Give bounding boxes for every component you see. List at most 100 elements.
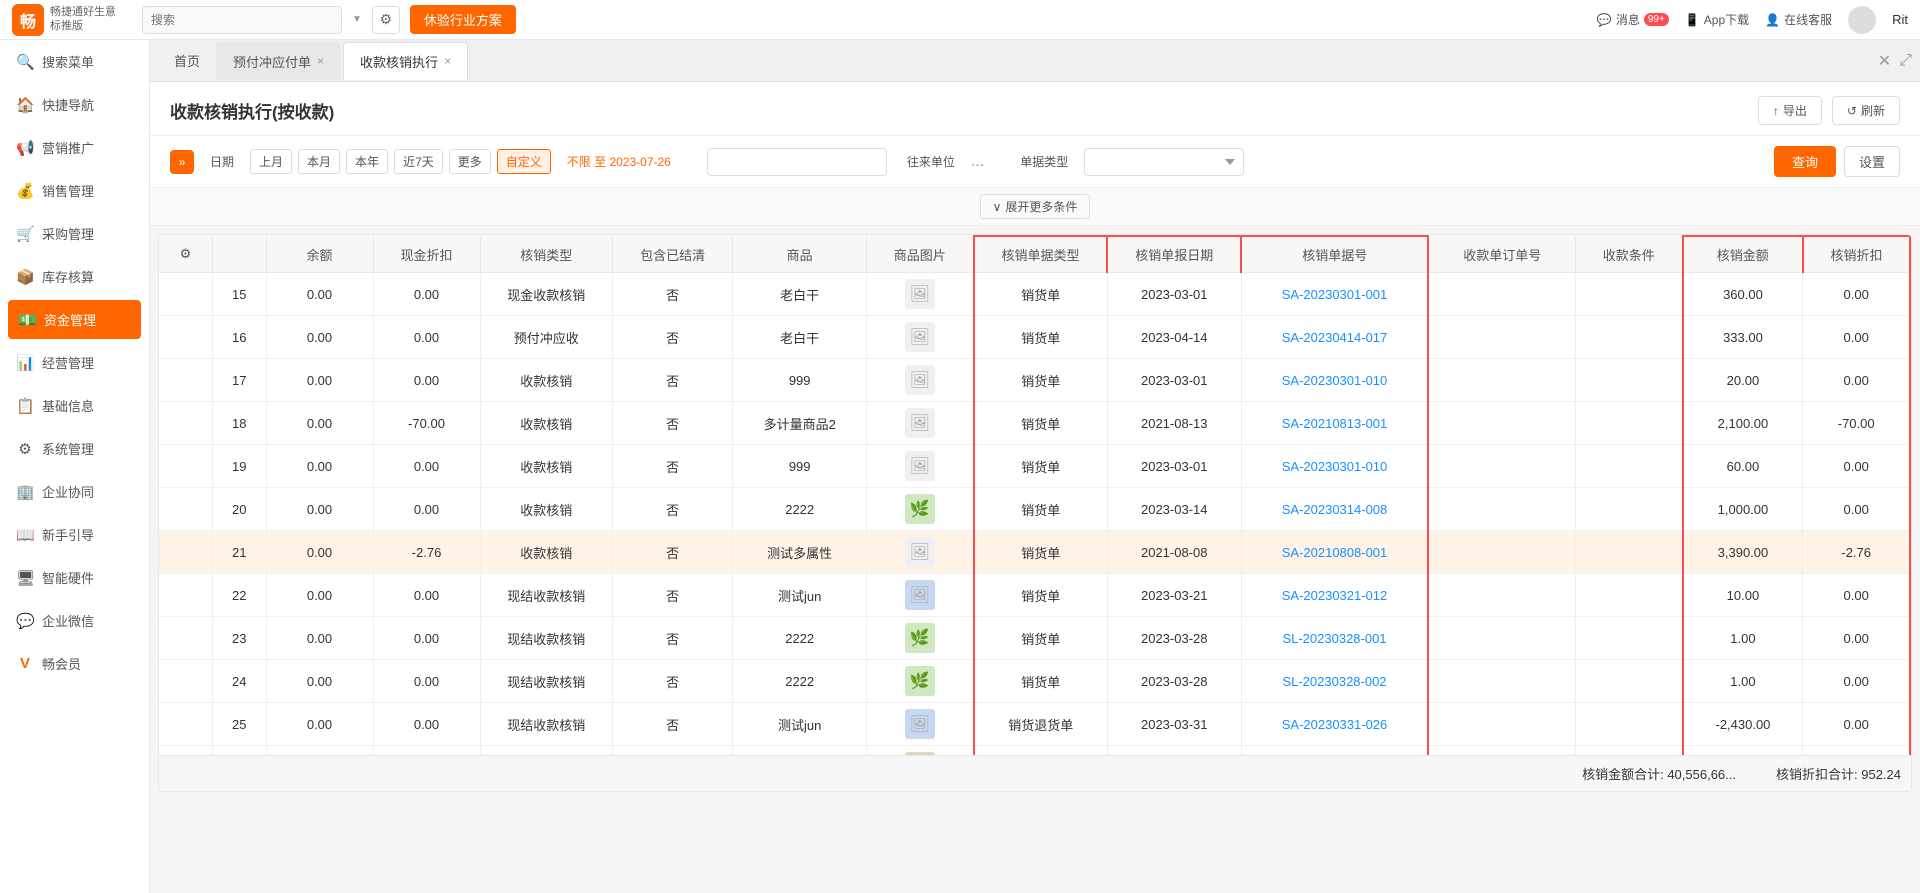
cell-receipt-condition bbox=[1576, 746, 1683, 756]
cell-receipt-condition bbox=[1576, 617, 1683, 660]
settings-icon-btn[interactable]: ⚙ bbox=[372, 6, 400, 34]
col-header-balance: 余额 bbox=[266, 236, 373, 273]
tab-receivable-close-icon[interactable]: × bbox=[444, 54, 451, 68]
voucher-type-select[interactable] bbox=[1084, 148, 1244, 176]
online-service-btn[interactable]: 👤 在线客服 bbox=[1765, 11, 1832, 28]
cell-gear bbox=[159, 617, 213, 660]
data-table: ⚙ 余额 现金折扣 核销类型 包含已结清 商品 商品图片 核销单据类型 核销单报… bbox=[159, 235, 1911, 755]
verify-bill-no-link[interactable]: SL-20230328-002 bbox=[1282, 674, 1386, 689]
tab-receivable[interactable]: 收款核销执行 × bbox=[343, 42, 468, 80]
sidebar-item-basic-info[interactable]: 📋 基础信息 bbox=[0, 384, 149, 427]
download-icon: 📱 bbox=[1685, 13, 1700, 27]
tab-close-all-icon[interactable]: ✕ bbox=[1878, 51, 1891, 71]
cell-include-settled: 否 bbox=[612, 746, 732, 756]
search-dropdown-icon[interactable]: ▼ bbox=[352, 14, 362, 25]
verify-bill-no-link[interactable]: SA-20210808-001 bbox=[1282, 545, 1388, 560]
sidebar-item-guide[interactable]: 📖 新手引导 bbox=[0, 513, 149, 556]
verify-bill-no-link[interactable]: SA-20230301-001 bbox=[1282, 287, 1388, 302]
settings-button[interactable]: 设置 bbox=[1844, 146, 1900, 177]
cell-receipt-order-no bbox=[1428, 660, 1575, 703]
table-row: 22 0.00 0.00 现结收款核销 否 测试jun 🖼 销货单 2023-0… bbox=[159, 574, 1910, 617]
partner-input[interactable] bbox=[707, 148, 887, 176]
verify-bill-no-link[interactable]: SA-20230414-017 bbox=[1282, 330, 1388, 345]
date-range-display: 不限 至 2023-07-26 bbox=[567, 153, 671, 170]
sidebar-item-system[interactable]: ⚙ 系统管理 bbox=[0, 427, 149, 470]
sidebar-item-inventory[interactable]: 📦 库存核算 bbox=[0, 255, 149, 298]
cell-goods-img: 🖼 bbox=[867, 445, 974, 488]
verify-bill-no-link[interactable]: SA-20230301-010 bbox=[1282, 373, 1388, 388]
expand-conditions-button[interactable]: ∨ 展开更多条件 bbox=[980, 194, 1091, 219]
cell-verify-discount: 0.00 bbox=[1803, 574, 1910, 617]
cell-verify-discount: -70.00 bbox=[1803, 402, 1910, 445]
export-button[interactable]: ↑ 导出 bbox=[1758, 96, 1822, 125]
table-row: 15 0.00 0.00 现金收款核销 否 老白干 🖼 销货单 2023-03-… bbox=[159, 273, 1910, 316]
sidebar-item-operations[interactable]: 📊 经营管理 bbox=[0, 341, 149, 384]
cell-verify-amount: 2,100.00 bbox=[1683, 402, 1803, 445]
verify-bill-no-link[interactable]: SL-20230328-001 bbox=[1282, 631, 1386, 646]
user-avatar[interactable] bbox=[1848, 6, 1876, 34]
sidebar-item-wechat[interactable]: 💬 企业微信 bbox=[0, 599, 149, 642]
sidebar-item-sales[interactable]: 💰 销售管理 bbox=[0, 169, 149, 212]
sidebar-item-search-menu[interactable]: 🔍 搜索菜单 bbox=[0, 40, 149, 83]
cell-verify-bill-date: 2023-03-31 bbox=[1107, 703, 1241, 746]
tab-home[interactable]: 首页 bbox=[158, 51, 216, 70]
sidebar-item-purchase[interactable]: 🛒 采购管理 bbox=[0, 212, 149, 255]
verify-bill-no-link[interactable]: SA-20230314-008 bbox=[1282, 502, 1388, 517]
cell-verify-discount: 0.00 bbox=[1803, 445, 1910, 488]
industry-solution-btn[interactable]: 休验行业方案 bbox=[410, 5, 516, 34]
cell-goods: 多计量商品2 bbox=[733, 402, 867, 445]
cell-goods-img: 🌿 bbox=[867, 617, 974, 660]
cell-gear bbox=[159, 316, 213, 359]
query-button[interactable]: 查询 bbox=[1774, 146, 1836, 177]
date-btn-7days[interactable]: 近7天 bbox=[394, 149, 443, 174]
cell-seq: 18 bbox=[213, 402, 267, 445]
verify-bill-no-link[interactable]: SA-20230321-012 bbox=[1282, 588, 1388, 603]
date-btn-this-year[interactable]: 本年 bbox=[346, 149, 388, 174]
expand-conditions-bar: ∨ 展开更多条件 bbox=[150, 188, 1920, 226]
inventory-icon: 📦 bbox=[16, 268, 34, 286]
app-download-btn[interactable]: 📱 App下载 bbox=[1685, 11, 1749, 28]
sidebar-item-enterprise[interactable]: 🏢 企业协同 bbox=[0, 470, 149, 513]
cell-receipt-condition bbox=[1576, 488, 1683, 531]
sidebar-item-marketing[interactable]: 📢 营销推广 bbox=[0, 126, 149, 169]
cell-gear bbox=[159, 445, 213, 488]
more-filters-dots[interactable]: ... bbox=[971, 153, 984, 171]
refresh-button[interactable]: ↺ 刷新 bbox=[1832, 96, 1900, 125]
cell-verify-type: 收款核销 bbox=[480, 359, 612, 402]
cell-verify-amount: 360.00 bbox=[1683, 273, 1803, 316]
cell-receipt-order-no bbox=[1428, 316, 1575, 359]
cell-balance: 0.00 bbox=[266, 402, 373, 445]
tab-prepay-close-icon[interactable]: × bbox=[317, 54, 324, 68]
verify-bill-no-link[interactable]: SA-20230331-026 bbox=[1282, 717, 1388, 732]
cell-verify-discount: 0.00 bbox=[1803, 660, 1910, 703]
filter-toggle-button[interactable]: » bbox=[170, 150, 194, 174]
cell-receipt-order-no bbox=[1428, 359, 1575, 402]
messages-btn[interactable]: 💬 消息 99+ bbox=[1597, 11, 1669, 28]
cell-goods-img: 🖼 bbox=[867, 703, 974, 746]
sidebar-item-member[interactable]: V 畅会员 bbox=[0, 642, 149, 685]
sidebar-label-sales: 销售管理 bbox=[42, 181, 94, 200]
date-btn-custom[interactable]: 自定义 bbox=[497, 149, 551, 174]
sidebar: 🔍 搜索菜单 🏠 快捷导航 📢 营销推广 💰 销售管理 🛒 采购管理 📦 库存核… bbox=[0, 40, 150, 893]
tab-prepay[interactable]: 预付冲应付单 × bbox=[216, 42, 341, 80]
cell-verify-bill-no: SA-20230301-010 bbox=[1241, 359, 1428, 402]
verify-bill-no-link[interactable]: SA-20230301-010 bbox=[1282, 459, 1388, 474]
cell-include-settled: 否 bbox=[612, 445, 732, 488]
sidebar-item-smart-hw[interactable]: 🖥 智能硬件 bbox=[0, 556, 149, 599]
table-scroll-area[interactable]: ⚙ 余额 现金折扣 核销类型 包含已结清 商品 商品图片 核销单据类型 核销单报… bbox=[159, 235, 1911, 755]
cell-receipt-order-no bbox=[1428, 273, 1575, 316]
date-btn-more[interactable]: 更多 bbox=[449, 149, 491, 174]
cell-balance: 0.00 bbox=[266, 746, 373, 756]
sidebar-item-finance[interactable]: 💵 资金管理 bbox=[8, 300, 141, 339]
cell-goods: 2222 bbox=[733, 617, 867, 660]
cell-receipt-condition bbox=[1576, 316, 1683, 359]
sidebar-label-enterprise: 企业协同 bbox=[42, 482, 94, 501]
sidebar-item-quick-nav[interactable]: 🏠 快捷导航 bbox=[0, 83, 149, 126]
cell-include-settled: 否 bbox=[612, 359, 732, 402]
verify-bill-no-link[interactable]: SA-20210813-001 bbox=[1282, 416, 1388, 431]
tab-expand-icon[interactable]: ⤢ bbox=[1899, 52, 1912, 70]
date-btn-last-month[interactable]: 上月 bbox=[250, 149, 292, 174]
date-btn-this-month[interactable]: 本月 bbox=[298, 149, 340, 174]
col-header-gear[interactable]: ⚙ bbox=[159, 236, 213, 273]
search-input[interactable] bbox=[142, 6, 342, 34]
